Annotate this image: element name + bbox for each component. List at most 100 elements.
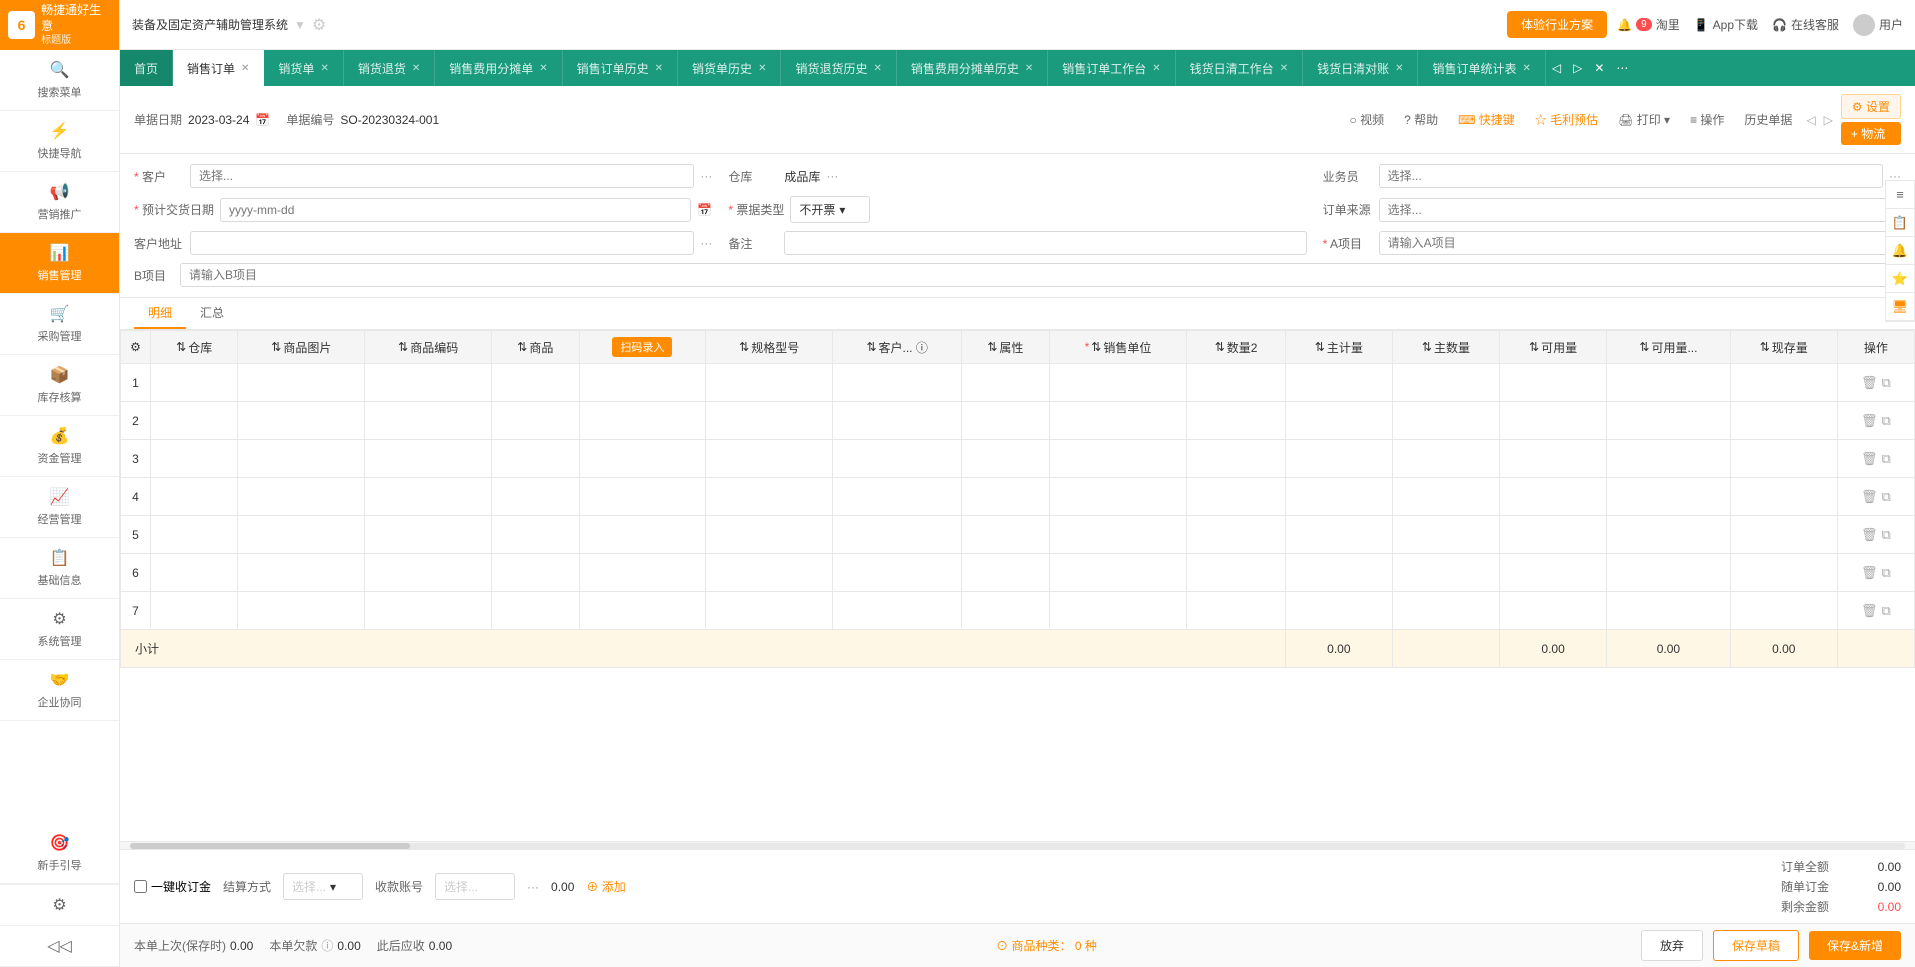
sort-icon[interactable]: ⇅ <box>1529 340 1539 354</box>
cell-main-qty[interactable] <box>1392 478 1499 516</box>
cell-product[interactable] <box>492 364 579 402</box>
cell-code[interactable] <box>365 592 492 630</box>
cell-product[interactable] <box>492 402 579 440</box>
cell-attr[interactable] <box>962 554 1049 592</box>
copy-icon[interactable]: ⧉ <box>1882 375 1891 391</box>
delete-icon[interactable]: 🗑 <box>1861 413 1878 429</box>
tab-daily-clear-workbench[interactable]: 钱货日清工作台 ✕ <box>1176 50 1303 86</box>
delete-icon[interactable]: 🗑 <box>1861 451 1878 467</box>
sort-icon[interactable]: ⇅ <box>1091 340 1101 354</box>
shortcut-btn[interactable]: ⌨ 快捷键 <box>1452 109 1521 130</box>
delete-icon[interactable]: 🗑 <box>1861 603 1878 619</box>
tab-return-history[interactable]: 销货退货历史 ✕ <box>781 50 896 86</box>
sort-icon[interactable]: ⇅ <box>987 340 997 354</box>
cell-spec[interactable] <box>706 478 833 516</box>
cell-main-qty[interactable] <box>1392 440 1499 478</box>
copy-icon[interactable]: ⧉ <box>1882 489 1891 505</box>
cell-code[interactable] <box>365 516 492 554</box>
user-btn[interactable]: 用户 <box>1853 14 1903 36</box>
cell-customer-code[interactable] <box>833 364 962 402</box>
cell-unit[interactable] <box>1049 478 1187 516</box>
cell-warehouse[interactable] <box>151 402 238 440</box>
cell-warehouse[interactable] <box>151 516 238 554</box>
b-project-input[interactable] <box>180 263 1901 287</box>
sort-icon[interactable]: ⇅ <box>1422 340 1432 354</box>
close-icon[interactable]: ✕ <box>1152 63 1160 74</box>
cell-unit[interactable] <box>1049 516 1187 554</box>
settlement-select[interactable]: 选择... ▾ <box>283 873 363 900</box>
customer-more[interactable]: ··· <box>700 169 712 183</box>
cell-unit[interactable] <box>1049 440 1187 478</box>
salesperson-input[interactable] <box>1379 164 1883 188</box>
delete-icon[interactable]: 🗑 <box>1861 375 1878 391</box>
sort-icon[interactable]: ⇅ <box>866 340 876 354</box>
cell-customer-code[interactable] <box>833 478 962 516</box>
sidebar-item-finance[interactable]: 💰 资金管理 <box>0 416 119 477</box>
close-icon[interactable]: ✕ <box>1025 63 1033 74</box>
right-panel-btn-3[interactable]: 🔔 <box>1886 237 1914 265</box>
tab-summary[interactable]: 汇总 <box>186 298 238 329</box>
cell-qty2[interactable] <box>1187 402 1285 440</box>
right-panel-btn-5[interactable]: 🖥 <box>1886 293 1914 321</box>
cell-code[interactable] <box>365 554 492 592</box>
cell-spec[interactable] <box>706 402 833 440</box>
sort-icon[interactable]: ⇅ <box>1760 340 1770 354</box>
sidebar-item-search[interactable]: 🔍 搜索菜单 <box>0 50 119 111</box>
account-select[interactable]: 选择... <box>435 873 515 900</box>
tab-home[interactable]: 首页 <box>120 50 173 86</box>
cell-unit[interactable] <box>1049 402 1187 440</box>
quick-payment-check[interactable] <box>134 880 147 893</box>
cell-warehouse[interactable] <box>151 364 238 402</box>
cell-attr[interactable] <box>962 402 1049 440</box>
cell-qty2[interactable] <box>1187 592 1285 630</box>
save-draft-btn[interactable]: 保存草稿 <box>1713 930 1799 961</box>
sort-icon[interactable]: ⇅ <box>176 340 186 354</box>
cell-qty2[interactable] <box>1187 364 1285 402</box>
cell-qty2[interactable] <box>1187 516 1285 554</box>
close-icon[interactable]: ✕ <box>873 63 881 74</box>
cell-spec[interactable] <box>706 554 833 592</box>
delete-icon[interactable]: 🗑 <box>1861 565 1878 581</box>
sidebar-item-enterprise[interactable]: 🤝 企业协同 <box>0 660 119 721</box>
table-scrollbar[interactable] <box>120 841 1915 849</box>
delete-icon[interactable]: 🗑 <box>1861 489 1878 505</box>
cell-qty2[interactable] <box>1187 478 1285 516</box>
cell-main-qty[interactable] <box>1392 364 1499 402</box>
sort-icon[interactable]: ⇅ <box>271 340 281 354</box>
cell-customer-code[interactable] <box>833 516 962 554</box>
sidebar-item-collapse[interactable]: ◁◁ <box>0 926 119 967</box>
cell-product[interactable] <box>492 440 579 478</box>
tab-next-btn[interactable]: ▷ <box>1567 61 1588 75</box>
sort-icon[interactable]: ⇅ <box>517 340 527 354</box>
cell-qty2[interactable] <box>1187 440 1285 478</box>
sidebar-item-sales[interactable]: 📊 销售管理 <box>0 233 119 294</box>
tab-sales-list-history[interactable]: 销货单历史 ✕ <box>678 50 781 86</box>
cell-main-qty[interactable] <box>1392 592 1499 630</box>
cell-code[interactable] <box>365 440 492 478</box>
cell-customer-code[interactable] <box>833 592 962 630</box>
close-icon[interactable]: ✕ <box>655 63 663 74</box>
cell-spec[interactable] <box>706 364 833 402</box>
sidebar-item-system[interactable]: ⚙ 系统管理 <box>0 599 119 660</box>
tab-sales-list[interactable]: 销货单 ✕ <box>264 50 343 86</box>
discard-btn[interactable]: 放弃 <box>1641 930 1703 961</box>
operation-btn[interactable]: ≡ 操作 <box>1684 109 1730 130</box>
right-panel-btn-1[interactable]: ≡ <box>1886 181 1914 209</box>
cell-attr[interactable] <box>962 516 1049 554</box>
cell-unit[interactable] <box>1049 364 1187 402</box>
tab-fee-split-history[interactable]: 销售费用分摊单历史 ✕ <box>897 50 1048 86</box>
sort-icon[interactable]: ⇅ <box>1315 340 1325 354</box>
copy-icon[interactable]: ⧉ <box>1882 565 1891 581</box>
close-icon[interactable]: ✕ <box>320 63 328 74</box>
settings-btn[interactable]: ⚙ 设置 <box>1841 94 1901 119</box>
cell-customer-code[interactable] <box>833 440 962 478</box>
sidebar-item-quicknav[interactable]: ⚡ 快捷导航 <box>0 111 119 172</box>
tab-workbench[interactable]: 销售订单工作台 ✕ <box>1048 50 1175 86</box>
invoice-select[interactable]: 不开票 ▾ <box>790 196 870 223</box>
tab-menu-btn[interactable]: ⋯ <box>1610 61 1634 75</box>
tab-sales-order[interactable]: 销售订单 ✕ <box>173 50 264 86</box>
close-icon[interactable]: ✕ <box>1523 63 1531 74</box>
copy-icon[interactable]: ⧉ <box>1882 603 1891 619</box>
sidebar-item-marketing[interactable]: 📢 营销推广 <box>0 172 119 233</box>
tab-close-btn[interactable]: ✕ <box>1588 61 1610 75</box>
